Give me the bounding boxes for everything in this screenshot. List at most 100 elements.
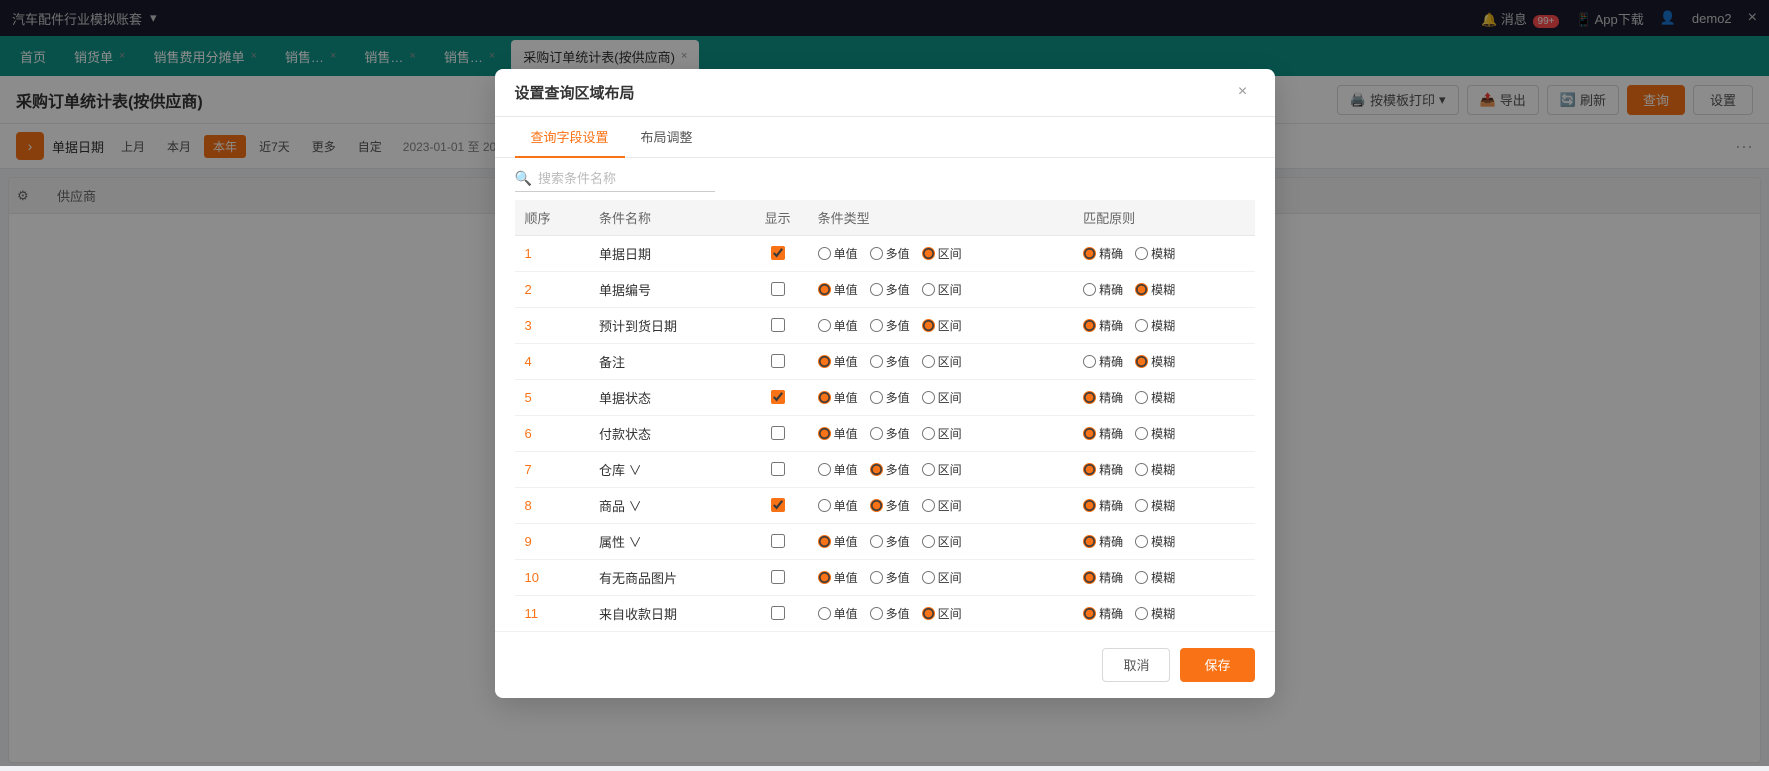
type-radio-item[interactable]: 区间: [922, 425, 962, 442]
match-radio-item[interactable]: 模糊: [1135, 245, 1175, 262]
type-radio-item[interactable]: 多值: [870, 245, 910, 262]
type-radio-item[interactable]: 多值: [870, 569, 910, 586]
row-display[interactable]: [748, 451, 808, 487]
type-radio[interactable]: [818, 463, 831, 476]
match-radio-item[interactable]: 模糊: [1135, 605, 1175, 622]
match-radio[interactable]: [1083, 391, 1096, 404]
match-radio[interactable]: [1135, 427, 1148, 440]
type-radio-item[interactable]: 多值: [870, 497, 910, 514]
match-radio[interactable]: [1135, 391, 1148, 404]
type-radio-item[interactable]: 区间: [922, 389, 962, 406]
type-radio[interactable]: [922, 571, 935, 584]
type-radio-item[interactable]: 区间: [922, 317, 962, 334]
type-radio[interactable]: [818, 607, 831, 620]
type-radio-item[interactable]: 单值: [818, 281, 858, 298]
modal-tab-query[interactable]: 查询字段设置: [515, 117, 625, 158]
display-checkbox[interactable]: [771, 498, 785, 512]
type-radio[interactable]: [870, 607, 883, 620]
type-radio[interactable]: [870, 355, 883, 368]
row-display[interactable]: [748, 271, 808, 307]
display-checkbox[interactable]: [771, 462, 785, 476]
display-checkbox[interactable]: [771, 246, 785, 260]
row-display[interactable]: [748, 235, 808, 271]
match-radio[interactable]: [1083, 607, 1096, 620]
match-radio[interactable]: [1135, 247, 1148, 260]
match-radio-item[interactable]: 模糊: [1135, 461, 1175, 478]
match-radio-item[interactable]: 精确: [1083, 497, 1123, 514]
type-radio-item[interactable]: 多值: [870, 353, 910, 370]
type-radio-item[interactable]: 区间: [922, 245, 962, 262]
type-radio[interactable]: [922, 391, 935, 404]
type-radio-item[interactable]: 区间: [922, 281, 962, 298]
type-radio-item[interactable]: 多值: [870, 605, 910, 622]
match-radio-item[interactable]: 模糊: [1135, 389, 1175, 406]
type-radio[interactable]: [922, 535, 935, 548]
display-checkbox[interactable]: [771, 354, 785, 368]
type-radio[interactable]: [870, 463, 883, 476]
match-radio-item[interactable]: 精确: [1083, 425, 1123, 442]
type-radio[interactable]: [818, 283, 831, 296]
row-display[interactable]: [748, 559, 808, 595]
match-radio-item[interactable]: 精确: [1083, 353, 1123, 370]
type-radio-item[interactable]: 单值: [818, 389, 858, 406]
type-radio-item[interactable]: 多值: [870, 281, 910, 298]
match-radio-item[interactable]: 精确: [1083, 245, 1123, 262]
type-radio-item[interactable]: 多值: [870, 317, 910, 334]
type-radio[interactable]: [818, 247, 831, 260]
match-radio-item[interactable]: 精确: [1083, 281, 1123, 298]
match-radio-item[interactable]: 模糊: [1135, 533, 1175, 550]
row-display[interactable]: [748, 415, 808, 451]
type-radio-item[interactable]: 区间: [922, 569, 962, 586]
type-radio-item[interactable]: 单值: [818, 569, 858, 586]
cancel-button[interactable]: 取消: [1102, 648, 1170, 682]
match-radio[interactable]: [1083, 355, 1096, 368]
row-display[interactable]: [748, 595, 808, 631]
match-radio-item[interactable]: 精确: [1083, 317, 1123, 334]
match-radio[interactable]: [1083, 463, 1096, 476]
type-radio-item[interactable]: 单值: [818, 533, 858, 550]
match-radio[interactable]: [1083, 283, 1096, 296]
type-radio[interactable]: [922, 463, 935, 476]
type-radio-item[interactable]: 多值: [870, 389, 910, 406]
type-radio-item[interactable]: 单值: [818, 425, 858, 442]
row-display[interactable]: [748, 523, 808, 559]
match-radio[interactable]: [1083, 535, 1096, 548]
type-radio-item[interactable]: 区间: [922, 353, 962, 370]
modal-tab-layout[interactable]: 布局调整: [625, 117, 709, 158]
match-radio[interactable]: [1135, 535, 1148, 548]
type-radio-item[interactable]: 区间: [922, 533, 962, 550]
type-radio-item[interactable]: 多值: [870, 533, 910, 550]
match-radio-item[interactable]: 模糊: [1135, 569, 1175, 586]
type-radio[interactable]: [870, 319, 883, 332]
type-radio-item[interactable]: 单值: [818, 317, 858, 334]
type-radio[interactable]: [818, 427, 831, 440]
match-radio[interactable]: [1083, 499, 1096, 512]
type-radio-item[interactable]: 单值: [818, 461, 858, 478]
type-radio-item[interactable]: 多值: [870, 425, 910, 442]
match-radio[interactable]: [1083, 571, 1096, 584]
type-radio-item[interactable]: 单值: [818, 605, 858, 622]
match-radio[interactable]: [1083, 247, 1096, 260]
display-checkbox[interactable]: [771, 282, 785, 296]
match-radio[interactable]: [1135, 319, 1148, 332]
type-radio[interactable]: [870, 535, 883, 548]
display-checkbox[interactable]: [771, 570, 785, 584]
match-radio-item[interactable]: 精确: [1083, 533, 1123, 550]
match-radio[interactable]: [1135, 607, 1148, 620]
display-checkbox[interactable]: [771, 534, 785, 548]
match-radio-item[interactable]: 模糊: [1135, 497, 1175, 514]
match-radio[interactable]: [1135, 571, 1148, 584]
type-radio[interactable]: [818, 355, 831, 368]
display-checkbox[interactable]: [771, 390, 785, 404]
type-radio[interactable]: [870, 247, 883, 260]
match-radio-item[interactable]: 精确: [1083, 569, 1123, 586]
row-display[interactable]: [748, 343, 808, 379]
match-radio[interactable]: [1083, 427, 1096, 440]
match-radio[interactable]: [1083, 319, 1096, 332]
type-radio-item[interactable]: 区间: [922, 605, 962, 622]
row-display[interactable]: [748, 379, 808, 415]
type-radio-item[interactable]: 多值: [870, 461, 910, 478]
save-button[interactable]: 保存: [1180, 648, 1254, 682]
type-radio[interactable]: [922, 427, 935, 440]
type-radio[interactable]: [870, 427, 883, 440]
